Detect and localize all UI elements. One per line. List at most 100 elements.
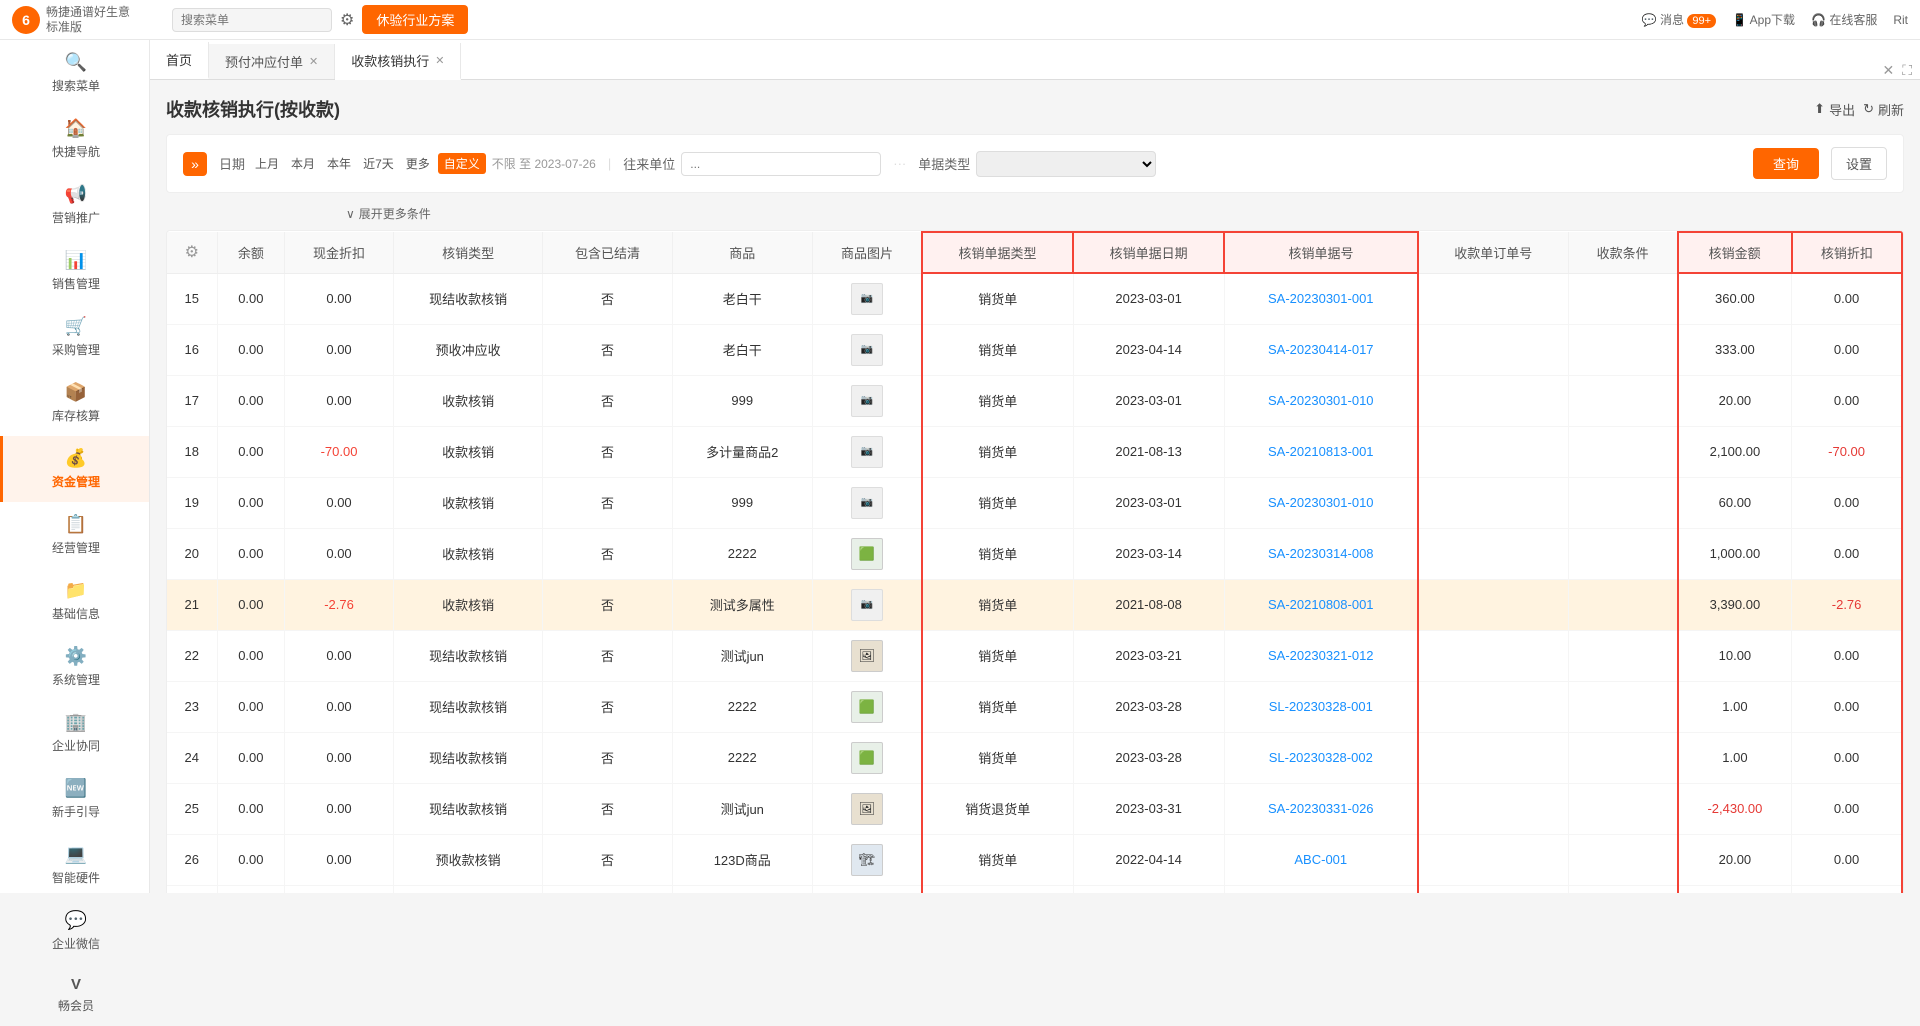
- sidebar-item-member[interactable]: V 畅会员: [0, 964, 149, 1026]
- app-download-btn[interactable]: 📱 App下载: [1732, 11, 1795, 28]
- settings-icon[interactable]: ⚙: [340, 10, 354, 30]
- cell-writeoff-type: 现结收款核销: [393, 273, 543, 324]
- sidebar-item-inventory[interactable]: 📦 库存核算: [0, 370, 149, 436]
- tab-prepay-close[interactable]: ✕: [309, 55, 318, 68]
- sidebar-item-hardware[interactable]: 💻 智能硬件: [0, 832, 149, 898]
- cell-cash-discount: 0.00: [285, 528, 394, 579]
- cell-cash-discount: 0.00: [285, 681, 394, 732]
- sidebar-item-sales[interactable]: 📊 销售管理: [0, 238, 149, 304]
- sidebar-item-finance[interactable]: 💰 资金管理: [0, 436, 149, 502]
- filter-settings-button[interactable]: 设置: [1831, 147, 1887, 180]
- voucher-no-link[interactable]: SA-20210813-001: [1268, 444, 1374, 459]
- table-row: 21 0.00 -2.76 收款核销 否 测试多属性 📷 销货单 2021-08…: [167, 579, 1902, 630]
- voucher-no-link[interactable]: SL-20230328-002: [1269, 750, 1373, 765]
- date-btn-last-month[interactable]: 上月: [251, 153, 283, 174]
- cell-writeoff-amount: 3,390.00: [1678, 579, 1792, 630]
- date-btn-more[interactable]: 更多: [402, 153, 434, 174]
- sidebar-item-marketing[interactable]: 📢 营销推广: [0, 172, 149, 238]
- tab-collect-close[interactable]: ✕: [435, 54, 444, 67]
- cell-no: 22: [167, 630, 217, 681]
- cell-goods-img: 📷: [812, 579, 921, 630]
- th-settings[interactable]: ⚙: [167, 232, 217, 273]
- user-name[interactable]: Rit: [1893, 13, 1908, 27]
- sidebar-item-enterprise[interactable]: 🏢 企业协同: [0, 700, 149, 766]
- sidebar-item-operations[interactable]: 📋 经营管理: [0, 502, 149, 568]
- date-custom[interactable]: 自定义: [438, 153, 486, 174]
- sidebar-item-quick-nav[interactable]: 🏠 快捷导航: [0, 106, 149, 172]
- cell-voucher-date: 2023-04-14: [1073, 324, 1224, 375]
- cell-voucher-date: 2023-03-31: [1073, 783, 1224, 834]
- date-btn-this-year[interactable]: 本年: [323, 153, 355, 174]
- th-writeoff-type: 核销类型: [393, 232, 543, 273]
- cell-goods-img: 🏗: [812, 834, 921, 885]
- sidebar-item-search[interactable]: 🔍 搜索菜单: [0, 40, 149, 106]
- cell-writeoff-type: 收款核销: [393, 477, 543, 528]
- query-button[interactable]: 查询: [1753, 148, 1819, 179]
- tab-prepay[interactable]: 预付冲应付单 ✕: [209, 44, 335, 79]
- table-row: 20 0.00 0.00 收款核销 否 2222 🟩 销货单 2023-03-1…: [167, 528, 1902, 579]
- tab-close-btn[interactable]: ✕: [1882, 62, 1894, 79]
- tab-expand-btn[interactable]: ⛶: [1902, 62, 1912, 79]
- system-icon: ⚙️: [65, 646, 87, 667]
- export-icon: ⬆: [1814, 101, 1825, 117]
- sidebar-item-wechat[interactable]: 💬 企业微信: [0, 898, 149, 964]
- th-receipt-condition: 收款条件: [1568, 232, 1677, 273]
- online-service-btn[interactable]: 🎧 在线客服: [1811, 11, 1877, 28]
- goods-image: 🏗: [851, 844, 883, 876]
- cell-voucher-type: 销货单: [922, 477, 1073, 528]
- date-btn-this-month[interactable]: 本月: [287, 153, 319, 174]
- voucher-no-link[interactable]: SA-20230301-001: [1268, 291, 1374, 306]
- expand-more-conditions[interactable]: ∨ 展开更多条件: [346, 205, 1904, 222]
- voucher-no-link[interactable]: SA-20230301-010: [1268, 393, 1374, 408]
- cell-receipt-order-no: [1418, 375, 1568, 426]
- cell-voucher-date: 2023-03-01: [1073, 273, 1224, 324]
- cell-receipt-order-no: [1418, 324, 1568, 375]
- voucher-no-link[interactable]: SA-20230321-012: [1268, 648, 1374, 663]
- sidebar-item-base-info[interactable]: 📁 基础信息: [0, 568, 149, 634]
- cell-balance: 0.00: [217, 477, 285, 528]
- sidebar-item-guide[interactable]: 🆕 新手引导: [0, 766, 149, 832]
- sidebar-label-finance: 资金管理: [52, 473, 100, 490]
- voucher-no-link[interactable]: SA-20230314-008: [1268, 546, 1374, 561]
- cell-included-settled: 否: [543, 579, 672, 630]
- cell-cash-discount: 0.00: [285, 375, 394, 426]
- tab-collect[interactable]: 收款核销执行 ✕: [335, 43, 461, 80]
- cell-cash-discount: -2.76: [285, 579, 394, 630]
- cell-voucher-no: SA-20230321-012: [1224, 630, 1418, 681]
- industry-button[interactable]: 休验行业方案: [362, 5, 468, 34]
- voucher-no-link[interactable]: SA-20210808-001: [1268, 597, 1374, 612]
- date-btn-7days[interactable]: 近7天: [359, 153, 398, 174]
- cell-voucher-date: 2023-03-14: [1073, 528, 1224, 579]
- goods-image: 🖼: [851, 640, 883, 672]
- cell-receipt-order-no: [1418, 681, 1568, 732]
- export-button[interactable]: ⬆ 导出: [1814, 100, 1855, 119]
- cell-voucher-type: 销货单: [922, 528, 1073, 579]
- voucher-no-link[interactable]: ABC-001: [1294, 852, 1347, 867]
- sidebar-label-wechat: 企业微信: [52, 935, 100, 952]
- cell-receipt-condition: [1568, 783, 1677, 834]
- tab-home[interactable]: 首页: [150, 42, 209, 79]
- purchase-icon: 🛒: [65, 316, 87, 337]
- voucher-no-link[interactable]: SL-20230328-001: [1269, 699, 1373, 714]
- sidebar-item-purchase[interactable]: 🛒 采购管理: [0, 304, 149, 370]
- voucher-no-link[interactable]: SA-20230414-017: [1268, 342, 1374, 357]
- column-settings-icon[interactable]: ⚙: [185, 244, 199, 261]
- cell-voucher-type: 销货单: [922, 426, 1073, 477]
- refresh-button[interactable]: ↻ 刷新: [1863, 100, 1904, 119]
- cell-goods-img: 📷: [812, 273, 921, 324]
- cell-goods: 衣服00001: [672, 885, 812, 893]
- breadcrumb-search[interactable]: [172, 8, 332, 32]
- message-btn[interactable]: 💬 消息 99+: [1642, 11, 1716, 28]
- filter-expand-button[interactable]: »: [183, 152, 207, 176]
- voucher-no-link[interactable]: SA-20230301-010: [1268, 495, 1374, 510]
- cell-voucher-no: SA-20230301-010: [1224, 477, 1418, 528]
- voucher-no-link[interactable]: SA-20230331-026: [1268, 801, 1374, 816]
- sidebar-label-quick-nav: 快捷导航: [52, 143, 100, 160]
- guide-icon: 🆕: [65, 778, 87, 799]
- counterpart-input[interactable]: [681, 152, 881, 176]
- cell-writeoff-discount: 0.00: [1792, 783, 1902, 834]
- cell-writeoff-discount: 0.00: [1792, 375, 1902, 426]
- sidebar-item-system[interactable]: ⚙️ 系统管理: [0, 634, 149, 700]
- cell-goods: 老白干: [672, 273, 812, 324]
- voucher-type-select[interactable]: [976, 151, 1156, 177]
